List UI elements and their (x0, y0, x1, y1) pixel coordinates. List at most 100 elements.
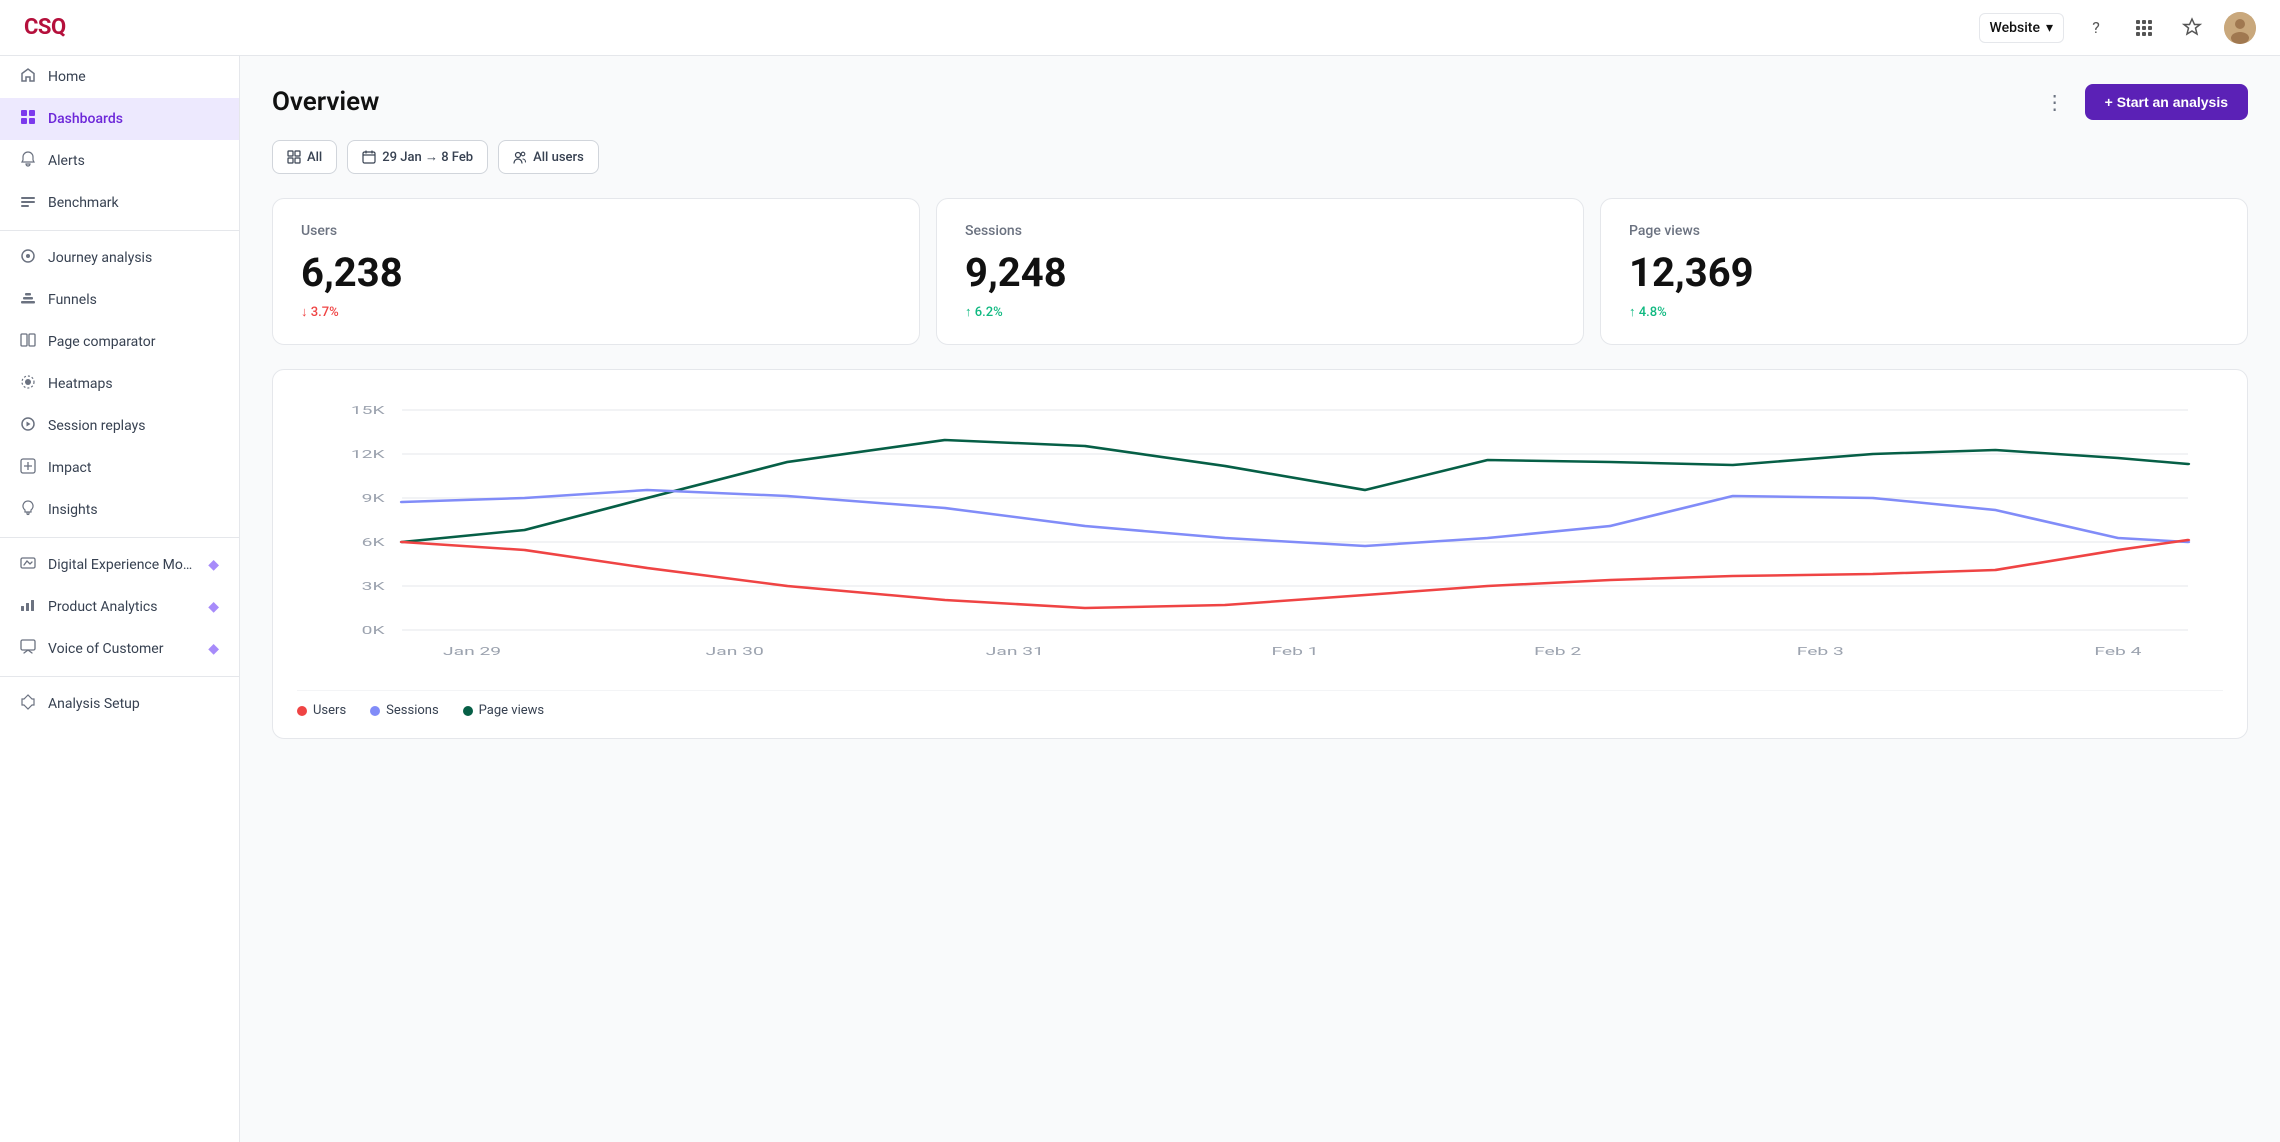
sidebar-label-voice-of-customer: Voice of Customer (48, 641, 196, 657)
dashboards-icon (20, 109, 36, 129)
legend-dot-users (297, 706, 307, 716)
filter-bar: All 29 Jan → 8 Feb All users (272, 140, 2248, 174)
filter-all[interactable]: All (272, 140, 337, 174)
svg-text:Feb 2: Feb 2 (1534, 644, 1581, 657)
grid-icon[interactable] (2128, 12, 2160, 44)
legend-dot-pageviews (463, 706, 473, 716)
funnels-icon (20, 290, 36, 310)
metric-label-pageviews: Page views (1629, 223, 2219, 239)
logo[interactable]: CSQ (24, 15, 66, 40)
legend-dot-sessions (370, 706, 380, 716)
sidebar-item-journey-analysis[interactable]: Journey analysis (0, 237, 239, 279)
chart-legend: Users Sessions Page views (297, 690, 2223, 718)
sidebar-label-dashboards: Dashboards (48, 111, 123, 127)
sidebar-label-session-replays: Session replays (48, 418, 145, 434)
line-chart: 15K 12K 9K 6K 3K 0K Jan 29 Jan 30 Jan 31… (297, 390, 2223, 670)
filter-users-label: All users (533, 150, 584, 165)
sidebar: Home Dashboards Alerts Benchmark Journe (0, 56, 240, 1142)
journey-icon (20, 248, 36, 268)
start-analysis-button[interactable]: + Start an analysis (2085, 84, 2248, 120)
svg-text:6K: 6K (362, 535, 385, 548)
sidebar-item-voice-of-customer[interactable]: Voice of Customer ◆ (0, 628, 239, 670)
sidebar-item-analysis-setup[interactable]: Analysis Setup (0, 683, 239, 725)
sidebar-label-home: Home (48, 69, 86, 85)
website-selector[interactable]: Website ▾ (1979, 13, 2064, 43)
sidebar-label-heatmaps: Heatmaps (48, 376, 113, 392)
voice-of-customer-badge: ◆ (208, 641, 219, 657)
sidebar-item-impact[interactable]: Impact (0, 447, 239, 489)
analysis-setup-icon (20, 694, 36, 714)
top-navbar: CSQ Website ▾ ? (0, 0, 2280, 56)
product-analytics-icon (20, 597, 36, 617)
sidebar-divider-1 (0, 230, 239, 231)
product-analytics-badge: ◆ (208, 599, 219, 615)
filter-all-label: All (307, 150, 322, 165)
avatar[interactable] (2224, 12, 2256, 44)
insights-icon (20, 500, 36, 520)
metric-change-pageviews: ↑ 4.8% (1629, 304, 2219, 320)
sidebar-divider-2 (0, 537, 239, 538)
metric-value-pageviews: 12,369 (1629, 249, 2219, 296)
page-header: Overview ⋮ + Start an analysis (272, 84, 2248, 120)
svg-text:Jan 29: Jan 29 (443, 644, 501, 657)
sidebar-label-insights: Insights (48, 502, 98, 518)
help-icon[interactable]: ? (2080, 12, 2112, 44)
svg-text:Jan 30: Jan 30 (706, 644, 764, 657)
sidebar-item-heatmaps[interactable]: Heatmaps (0, 363, 239, 405)
svg-text:Jan 31: Jan 31 (986, 644, 1044, 657)
filter-date-label: 29 Jan → 8 Feb (382, 149, 473, 165)
impact-icon (20, 458, 36, 478)
metric-label-sessions: Sessions (965, 223, 1555, 239)
filter-users[interactable]: All users (498, 140, 599, 174)
sidebar-item-product-analytics[interactable]: Product Analytics ◆ (0, 586, 239, 628)
legend-label-pageviews: Page views (479, 703, 544, 718)
dem-badge: ◆ (208, 557, 219, 573)
main-content: Overview ⋮ + Start an analysis All 29 Ja… (240, 56, 2280, 1142)
metric-card-sessions: Sessions 9,248 ↑ 6.2% (936, 198, 1584, 345)
metric-value-users: 6,238 (301, 249, 891, 296)
sidebar-divider-3 (0, 676, 239, 677)
sidebar-item-insights[interactable]: Insights (0, 489, 239, 531)
sidebar-item-home[interactable]: Home (0, 56, 239, 98)
sidebar-item-alerts[interactable]: Alerts (0, 140, 239, 182)
website-label: Website (1990, 20, 2040, 36)
sidebar-label-journey: Journey analysis (48, 250, 152, 266)
page-comparator-icon (20, 332, 36, 352)
svg-text:Feb 4: Feb 4 (2094, 644, 2141, 657)
svg-text:Feb 1: Feb 1 (1271, 644, 1318, 657)
sidebar-label-impact: Impact (48, 460, 91, 476)
more-button[interactable]: ⋮ (2037, 86, 2073, 119)
chevron-icon: ▾ (2046, 20, 2053, 36)
sidebar-label-analysis-setup: Analysis Setup (48, 696, 140, 712)
svg-text:12K: 12K (351, 447, 385, 460)
benchmark-icon (20, 193, 36, 213)
filter-date[interactable]: 29 Jan → 8 Feb (347, 140, 488, 174)
sidebar-label-product-analytics: Product Analytics (48, 599, 196, 615)
sidebar-item-benchmark[interactable]: Benchmark (0, 182, 239, 224)
metric-change-users: ↓ 3.7% (301, 304, 891, 320)
chart-container: 15K 12K 9K 6K 3K 0K Jan 29 Jan 30 Jan 31… (272, 369, 2248, 739)
legend-label-sessions: Sessions (386, 703, 439, 718)
metric-change-sessions: ↑ 6.2% (965, 304, 1555, 320)
main-layout: Home Dashboards Alerts Benchmark Journe (0, 56, 2280, 1142)
sidebar-item-page-comparator[interactable]: Page comparator (0, 321, 239, 363)
extension-icon[interactable] (2176, 12, 2208, 44)
logo-text: CSQ (24, 15, 66, 40)
legend-label-users: Users (313, 703, 346, 718)
metric-value-sessions: 9,248 (965, 249, 1555, 296)
heatmaps-icon (20, 374, 36, 394)
sidebar-item-dem[interactable]: Digital Experience Monitor... ◆ (0, 544, 239, 586)
legend-users: Users (297, 703, 346, 718)
sidebar-item-session-replays[interactable]: Session replays (0, 405, 239, 447)
dem-icon (20, 555, 36, 575)
metric-label-users: Users (301, 223, 891, 239)
sidebar-label-alerts: Alerts (48, 153, 85, 169)
sidebar-label-page-comparator: Page comparator (48, 334, 155, 350)
page-title: Overview (272, 87, 379, 117)
sidebar-item-funnels[interactable]: Funnels (0, 279, 239, 321)
sidebar-item-dashboards[interactable]: Dashboards (0, 98, 239, 140)
svg-text:Feb 3: Feb 3 (1797, 644, 1844, 657)
legend-pageviews: Page views (463, 703, 544, 718)
svg-text:0K: 0K (362, 623, 385, 636)
metric-card-users: Users 6,238 ↓ 3.7% (272, 198, 920, 345)
